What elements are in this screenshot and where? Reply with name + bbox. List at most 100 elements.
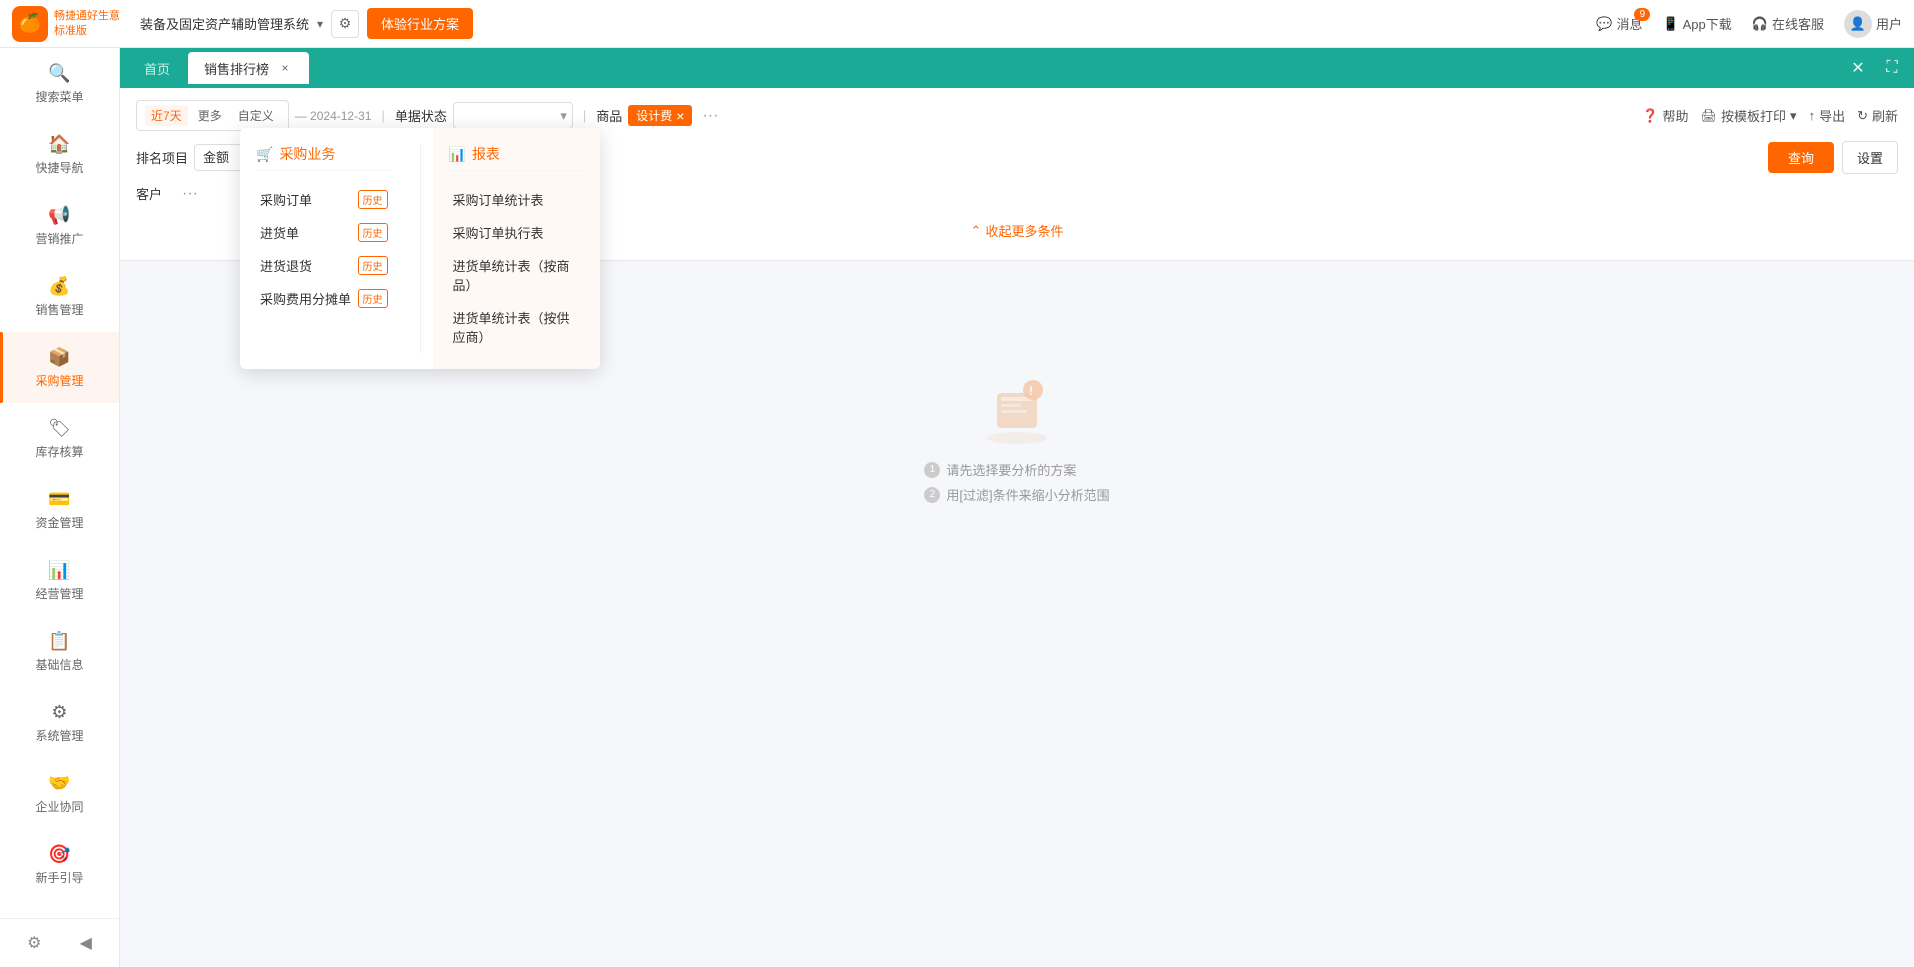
sidebar-item-enterprise[interactable]: 🤝 企业协同 (0, 758, 119, 829)
goods-stats-by-product-item[interactable]: 进货单统计表（按商品） (449, 249, 585, 301)
print-btn[interactable]: 🖨 按模板打印 ▾ (1701, 106, 1797, 125)
refresh-btn[interactable]: ↻ 刷新 (1857, 106, 1898, 125)
query-btn[interactable]: 查询 (1768, 142, 1834, 173)
sidebar-item-label: 快捷导航 (35, 159, 83, 176)
history-badge: 历史 (358, 223, 388, 242)
empty-illustration: ! (977, 368, 1057, 448)
tab-close-window-btn[interactable]: ✕ (1844, 54, 1872, 82)
goods-return-item[interactable]: 进货退货 历史 (256, 249, 392, 282)
print-icon: 🖨 (1701, 108, 1718, 124)
sidebar-collapse-btn[interactable]: ◀ (76, 929, 96, 957)
purchase-order-exec-item[interactable]: 采购订单执行表 (449, 216, 585, 249)
help-btn[interactable]: ❓ 帮助 (1642, 106, 1688, 125)
sidebar: 🔍 搜索菜单 🏠 快捷导航 📢 营销推广 💰 销售管理 📦 采购管理 🏷 库存核… (0, 48, 120, 967)
tab-expand-btn[interactable]: ⛶ (1878, 54, 1906, 82)
online-service-btn[interactable]: 🎧 在线客服 (1752, 14, 1824, 33)
marketing-icon: 📢 (49, 204, 71, 226)
operation-icon: 📊 (49, 559, 71, 581)
inventory-icon: 🏷 (49, 417, 71, 439)
sidebar-item-label: 采购管理 (35, 372, 83, 389)
help-icon: ❓ (1642, 108, 1658, 124)
hint-num-1: 1 (924, 462, 940, 478)
history-badge: 历史 (358, 190, 388, 209)
sidebar-item-purchase[interactable]: 📦 采购管理 (0, 332, 119, 403)
sidebar-item-finance[interactable]: 💳 资金管理 (0, 474, 119, 545)
message-icon: 💬 (1596, 16, 1612, 32)
goods-stats-by-supplier-item[interactable]: 进货单统计表（按供应商） (449, 301, 585, 353)
goods-more-btn[interactable]: ··· (698, 107, 722, 125)
export-icon: ↑ (1809, 108, 1816, 123)
sidebar-item-label: 新手引导 (35, 869, 83, 886)
basic-info-icon: 📋 (49, 630, 71, 652)
customer-more-btn[interactable]: ··· (178, 185, 202, 203)
goods-receipt-item[interactable]: 进货单 历史 (256, 216, 392, 249)
sidebar-item-quick-nav[interactable]: 🏠 快捷导航 (0, 119, 119, 190)
history-badge: 历史 (358, 256, 388, 275)
sidebar-item-system[interactable]: ⚙ 系统管理 (0, 687, 119, 758)
topbar-center: 装备及固定资产辅助管理系统 ▾ ⚙ 体验行业方案 (132, 8, 1596, 39)
toolbar-right: ❓ 帮助 🖨 按模板打印 ▾ ↑ 导出 ↻ (1642, 106, 1898, 125)
ranking-label: 排名项目 (136, 148, 188, 167)
purchase-order-item[interactable]: 采购订单 历史 (256, 183, 392, 216)
doc-status-select[interactable] (453, 102, 573, 129)
sidebar-item-basic-info[interactable]: 📋 基础信息 (0, 616, 119, 687)
topbar: 🍊 畅捷通好生意 标准版 装备及固定资产辅助管理系统 ▾ ⚙ 体验行业方案 💬 … (0, 0, 1914, 48)
sidebar-item-label: 销售管理 (35, 301, 83, 318)
phone-icon: 📱 (1662, 16, 1678, 32)
logo-text: 畅捷通好生意 标准版 (54, 9, 120, 38)
export-btn[interactable]: ↑ 导出 (1809, 106, 1846, 125)
system-name: 装备及固定资产辅助管理系统 (140, 14, 309, 33)
sidebar-item-guide[interactable]: 🎯 新手引导 (0, 829, 119, 900)
topbar-right: 💬 消息 9 📱 App下载 🎧 在线客服 👤 用户 (1596, 10, 1902, 38)
goods-tag: 设计费 × (628, 105, 692, 126)
sidebar-item-label: 基础信息 (35, 656, 83, 673)
purchase-dropdown-menu: 🛒 采购业务 采购订单 历史 进货单 历史 进货退货 历史 (240, 128, 600, 369)
sidebar-bottom: ⚙ ◀ (0, 918, 119, 967)
date-option-custom[interactable]: 自定义 (232, 105, 280, 126)
date-range-end: — 2024-12-31 (295, 109, 372, 123)
industry-btn[interactable]: 体验行业方案 (367, 8, 473, 39)
sidebar-settings-btn[interactable]: ⚙ (23, 929, 45, 957)
avatar: 👤 (1844, 10, 1872, 38)
sidebar-item-marketing[interactable]: 📢 营销推广 (0, 190, 119, 261)
doc-status-label: 单据状态 (395, 106, 447, 125)
tab-sales-ranking-label: 销售排行榜 (204, 59, 269, 78)
tab-close-btn[interactable]: × (277, 60, 293, 76)
guide-icon: 🎯 (49, 843, 71, 865)
main-content: 首页 销售排行榜 × ✕ ⛶ 近7天 更多 (120, 48, 1914, 967)
reports-col: 📊 报表 采购订单统计表 采购订单执行表 进货单统计表（按商品） 进货单统计表（… (433, 128, 601, 369)
sidebar-item-label: 系统管理 (35, 727, 83, 744)
logo-icon: 🍊 (12, 6, 48, 42)
sidebar-item-inventory[interactable]: 🏷 库存核算 (0, 403, 119, 474)
svg-text:!: ! (1029, 384, 1033, 398)
message-btn[interactable]: 💬 消息 9 (1596, 14, 1642, 33)
topbar-settings-btn[interactable]: ⚙ (331, 10, 359, 38)
user-btn[interactable]: 👤 用户 (1844, 10, 1902, 38)
customer-label: 客户 (136, 184, 162, 203)
purchase-order-stats-item[interactable]: 采购订单统计表 (449, 183, 585, 216)
goods-label: 商品 (596, 106, 622, 125)
refresh-icon: ↻ (1857, 108, 1868, 124)
hint-num-2: 2 (924, 487, 940, 503)
system-dropdown-btn[interactable]: ▾ (317, 17, 323, 31)
date-option-7days[interactable]: 近7天 (145, 105, 188, 126)
home-icon: 🏠 (49, 133, 71, 155)
sidebar-item-search[interactable]: 🔍 搜索菜单 (0, 48, 119, 119)
collapse-arrow-icon: ⌃ (971, 223, 982, 239)
purchase-cost-item[interactable]: 采购费用分摊单 历史 (256, 282, 392, 315)
app-download-btn[interactable]: 📱 App下载 (1662, 14, 1731, 33)
sidebar-item-label: 经营管理 (35, 585, 83, 602)
sidebar-item-label: 企业协同 (35, 798, 83, 815)
system-icon: ⚙ (49, 701, 71, 723)
settings-btn[interactable]: 设置 (1842, 141, 1898, 174)
tab-home[interactable]: 首页 (128, 52, 186, 84)
logo-area: 🍊 畅捷通好生意 标准版 (12, 6, 132, 42)
search-icon: 🔍 (49, 62, 71, 84)
date-option-more[interactable]: 更多 (192, 105, 228, 126)
sidebar-item-operation[interactable]: 📊 经营管理 (0, 545, 119, 616)
print-dropdown-icon: ▾ (1790, 108, 1797, 124)
content-area: 近7天 更多 自定义 — 2024-12-31 | 单据状态 ▾ | 商品 (120, 88, 1914, 967)
goods-tag-remove-btn[interactable]: × (676, 109, 684, 123)
tab-sales-ranking[interactable]: 销售排行榜 × (188, 52, 309, 84)
sidebar-item-sales[interactable]: 💰 销售管理 (0, 261, 119, 332)
